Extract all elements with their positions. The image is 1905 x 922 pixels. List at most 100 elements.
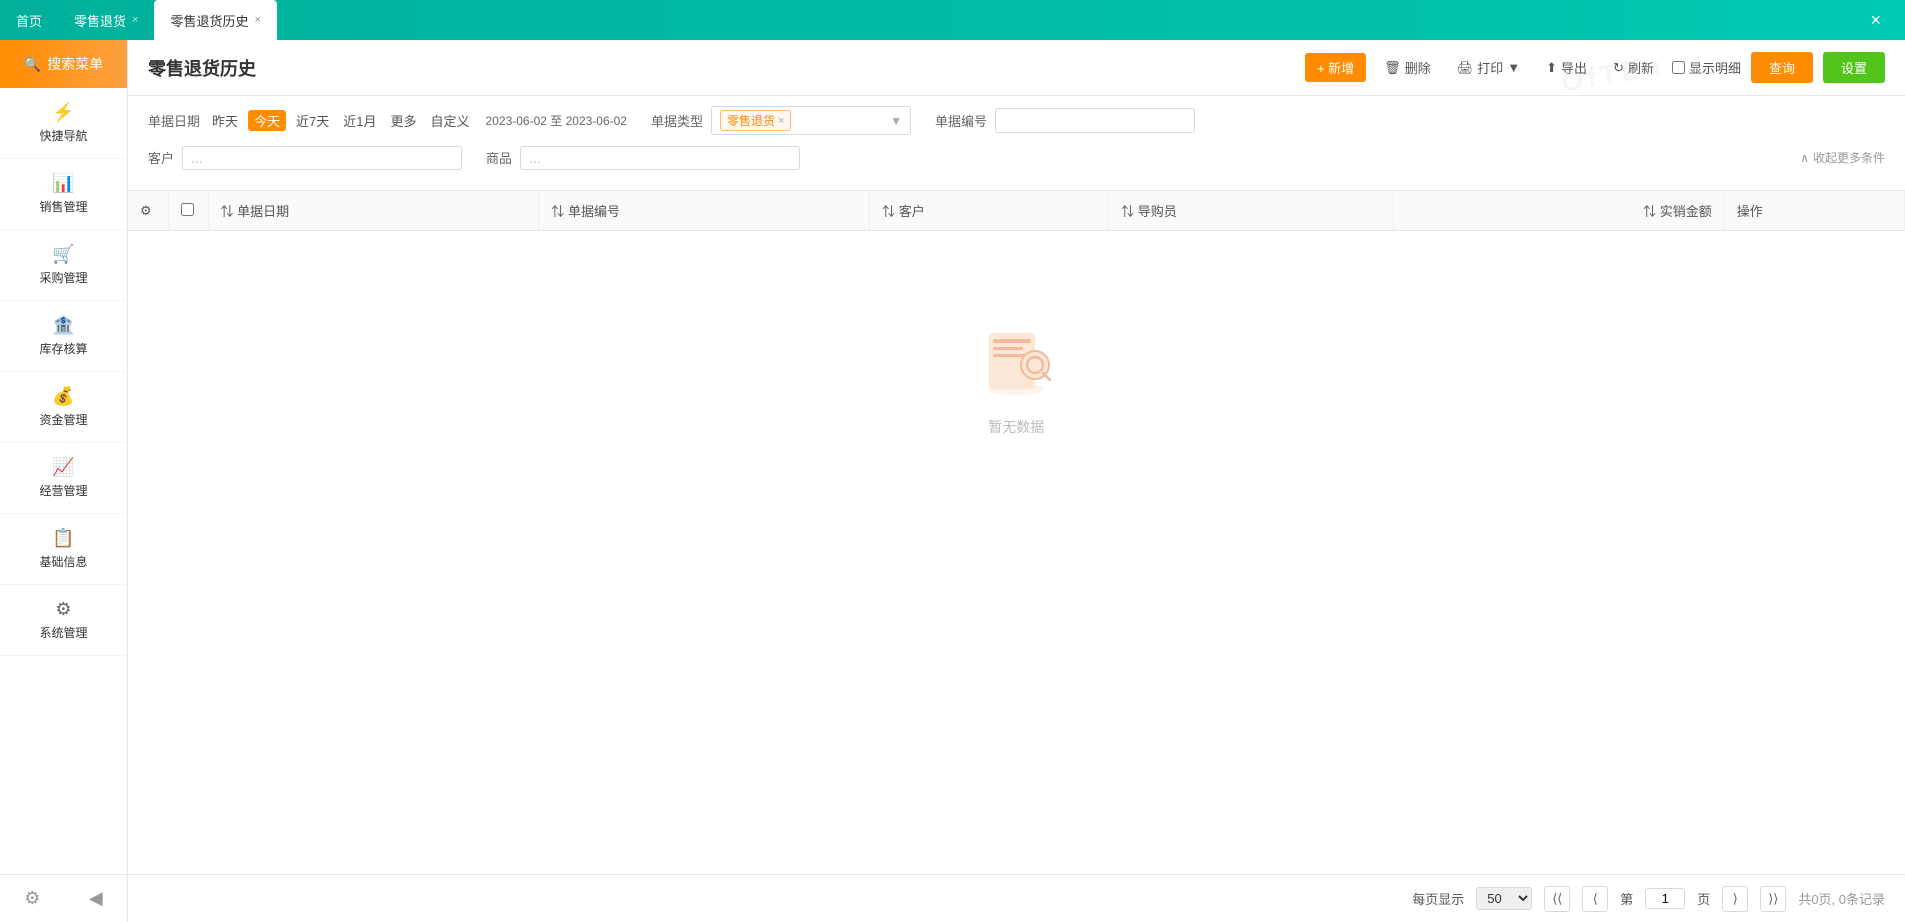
tab-retail-return-label: 零售退货 [74,11,126,30]
sidebar-collapse-button[interactable]: ◀ [89,888,103,909]
sidebar-item-basic[interactable]: 📋 基础信息 [0,514,127,585]
delete-button[interactable]: 🗑 删除 [1376,54,1439,81]
sidebar-item-purchase[interactable]: 🛒 采购管理 [0,230,127,301]
tab-list: 首页 零售退货 × 零售退货历史 × [0,0,1862,40]
product-select[interactable]: ... [520,146,800,170]
tab-retail-return-history-close[interactable]: × [254,14,260,26]
print-button[interactable]: 🖨 打印 ▼ [1449,54,1528,81]
basic-icon: 📋 [52,528,74,549]
tab-retail-return-history[interactable]: 零售退货历史 × [154,0,276,40]
page-title: 零售退货历史 [148,55,256,81]
sidebar-item-sales[interactable]: 📊 销售管理 [0,159,127,230]
refresh-button[interactable]: ↻ 刷新 [1605,54,1662,81]
sidebar-settings-button[interactable]: ⚙ [24,888,40,909]
tab-retail-return[interactable]: 零售退货 × [58,0,154,40]
top-bar: 首页 零售退货 × 零售退货历史 × × [0,0,1905,40]
export-button[interactable]: ⬆ 导出 [1538,54,1595,81]
print-icon: 🖨 [1457,60,1474,76]
sales-icon: 📊 [52,173,74,194]
date-7days[interactable]: 近7天 [292,110,333,131]
th-date-text: 单据日期 [237,204,289,219]
purchase-icon: 🛒 [52,244,74,265]
window-close-button[interactable]: × [1862,10,1889,31]
date-custom[interactable]: 自定义 [427,110,474,131]
page-last-button[interactable]: ⟩⟩ [1760,886,1786,912]
sidebar-item-quicknav[interactable]: ⚡ 快捷导航 [0,88,127,159]
date-more[interactable]: 更多 [387,110,421,131]
page-number-input[interactable] [1645,888,1685,909]
empty-state-cell: 暂无数据 [128,231,1905,478]
main-layout: 🔍 搜索菜单 ⚡ 快捷导航 📊 销售管理 🛒 采购管理 🏦 库存核算 💰 [0,40,1905,922]
date-filter-label: 单据日期 [148,111,200,130]
filter-area: 单据日期 昨天 今天 近7天 近1月 更多 自定义 2023-06-02 至 2… [128,96,1905,191]
toolbar: + 新增 🗑 删除 🖨 打印 ▼ ⬆ 导出 ↻ 刷新 显示明细 查询 设置 [1305,52,1885,83]
voucher-type-filter-field: 单据类型 零售退货 × ▼ [651,106,911,135]
date-today[interactable]: 今天 [248,110,286,131]
table-body: 暂无数据 [128,231,1905,478]
date-1month[interactable]: 近1月 [339,110,380,131]
select-all-checkbox[interactable] [181,203,194,216]
delete-icon: 🗑 [1384,60,1401,76]
tab-home-label: 首页 [16,11,42,30]
sidebar-item-operation-label: 经营管理 [39,482,87,499]
th-no: ⇅ 单据编号 [539,191,870,231]
sidebar-item-inventory[interactable]: 🏦 库存核算 [0,301,127,372]
page-prev-button[interactable]: ⟨ [1582,886,1608,912]
product-label: 商品 [486,148,512,167]
th-date: ⇅ 单据日期 [208,191,539,231]
setting-button[interactable]: 设置 [1823,52,1885,83]
page-label: 第 [1620,889,1633,908]
date-shortcuts: 昨天 今天 近7天 近1月 更多 自定义 [208,110,474,131]
th-no-sort-icon: ⇅ [551,204,564,219]
display-detail-checkbox-group: 显示明细 [1672,58,1741,77]
sidebar-item-system-label: 系统管理 [39,624,87,641]
sidebar-item-system[interactable]: ⚙ 系统管理 [0,585,127,656]
customer-filter-field: 客户 ... [148,146,462,170]
voucher-type-tag-close[interactable]: × [778,115,784,127]
date-range-display: 2023-06-02 至 2023-06-02 [486,112,627,129]
page-unit-label: 页 [1697,889,1710,908]
tab-retail-return-close[interactable]: × [132,14,138,26]
page-size-select[interactable]: 10 20 50 100 [1476,887,1532,910]
display-detail-checkbox[interactable] [1672,61,1685,74]
sidebar-item-basic-label: 基础信息 [39,553,87,570]
customer-select[interactable]: ... [182,146,462,170]
finance-icon: 💰 [52,386,74,407]
operation-icon: 📈 [52,457,74,478]
th-guide-text: 导购员 [1138,204,1177,219]
voucher-type-select[interactable]: 零售退货 × ▼ [711,106,911,135]
th-action: 操作 [1724,191,1904,231]
voucher-no-input[interactable] [995,108,1195,133]
th-customer-text: 客户 [899,204,925,219]
th-settings: ⚙ [128,191,168,231]
filter-row-1: 单据日期 昨天 今天 近7天 近1月 更多 自定义 2023-06-02 至 2… [148,106,1885,135]
th-amount-sort-icon: ⇅ [1643,204,1656,219]
sidebar-item-finance[interactable]: 💰 资金管理 [0,372,127,443]
empty-row: 暂无数据 [128,231,1905,478]
date-yesterday[interactable]: 昨天 [208,110,242,131]
voucher-type-label: 单据类型 [651,111,703,130]
tab-home[interactable]: 首页 [0,0,58,40]
inventory-icon: 🏦 [52,315,74,336]
page-next-button[interactable]: ⟩ [1722,886,1748,912]
search-menu[interactable]: 🔍 搜索菜单 [0,40,127,88]
voucher-no-filter-field: 单据编号 [935,108,1195,133]
th-date-label: ⇅ [221,204,234,219]
th-guide-sort-icon: ⇅ [1121,204,1134,219]
sidebar-item-inventory-label: 库存核算 [39,340,87,357]
th-guide: ⇅ 导购员 [1109,191,1394,231]
collapse-filter-bar[interactable]: ∧ 收起更多条件 [1800,145,1885,170]
th-checkbox [168,191,208,231]
query-button[interactable]: 查询 [1751,52,1813,83]
data-table: ⚙ ⇅ 单据日期 ⇅ 单据编号 [128,191,1905,477]
empty-state: 暂无数据 [128,231,1905,477]
top-bar-right: × [1862,10,1905,31]
sidebar-item-finance-label: 资金管理 [39,411,87,428]
settings-icon[interactable]: ⚙ [140,203,152,218]
search-icon: 🔍 [24,56,41,73]
total-info: 共0页, 0条记录 [1798,889,1885,908]
sidebar-item-operation[interactable]: 📈 经营管理 [0,443,127,514]
sidebar: 🔍 搜索菜单 ⚡ 快捷导航 📊 销售管理 🛒 采购管理 🏦 库存核算 💰 [0,40,128,922]
add-button[interactable]: + 新增 [1305,53,1366,82]
page-first-button[interactable]: ⟨⟨ [1544,886,1570,912]
